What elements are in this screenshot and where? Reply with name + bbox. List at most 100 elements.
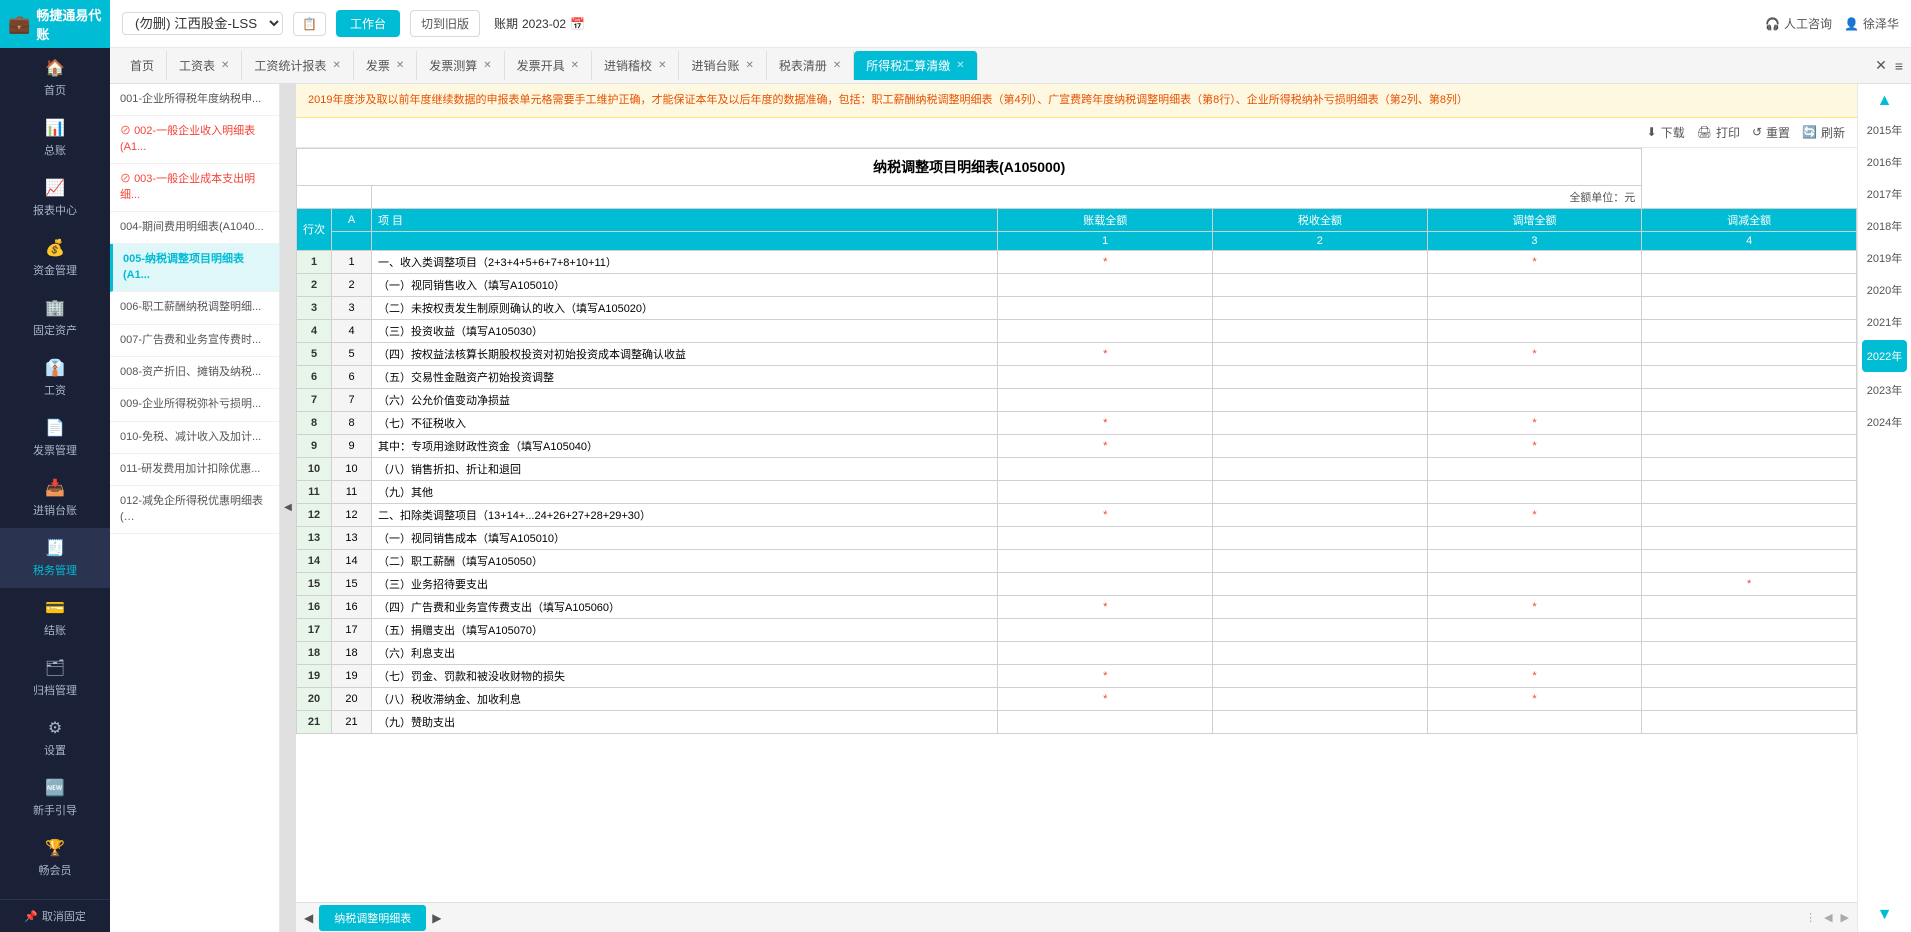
left-panel-item-008[interactable]: 008-资产折旧、摊销及纳税... bbox=[110, 357, 279, 389]
col-d[interactable] bbox=[1213, 526, 1428, 549]
nav-tab-income-tax[interactable]: 所得税汇算清缴✕ bbox=[854, 51, 977, 80]
bottom-arrow-right[interactable]: ▶ bbox=[1841, 911, 1849, 924]
col-f[interactable] bbox=[1642, 296, 1857, 319]
year-item-2018年[interactable]: 2018年 bbox=[1858, 210, 1911, 242]
tab-close-salary[interactable]: ✕ bbox=[221, 60, 229, 71]
left-panel-item-005[interactable]: 005-纳税调整项目明细表(A1... bbox=[110, 244, 279, 292]
col-e[interactable] bbox=[1427, 319, 1642, 342]
col-d[interactable] bbox=[1213, 687, 1428, 710]
left-panel-item-009[interactable]: 009-企业所得税弥补亏损明... bbox=[110, 389, 279, 421]
col-e[interactable] bbox=[1427, 572, 1642, 595]
sidebar-item-archive[interactable]: 🗂 归档管理 bbox=[0, 648, 110, 708]
year-down-btn[interactable]: ▼ bbox=[1873, 902, 1897, 928]
col-e[interactable] bbox=[1427, 388, 1642, 411]
col-e[interactable]: * bbox=[1427, 687, 1642, 710]
year-up-btn[interactable]: ▲ bbox=[1873, 88, 1897, 114]
col-e[interactable]: * bbox=[1427, 342, 1642, 365]
col-e[interactable] bbox=[1427, 457, 1642, 480]
left-panel-item-003[interactable]: 003-一般企业成本支出明细... bbox=[110, 164, 279, 212]
left-panel-item-004[interactable]: 004-期间费用明细表(A1040... bbox=[110, 212, 279, 244]
col-d[interactable] bbox=[1213, 595, 1428, 618]
col-d[interactable] bbox=[1213, 273, 1428, 296]
year-item-2016年[interactable]: 2016年 bbox=[1858, 146, 1911, 178]
col-d[interactable] bbox=[1213, 618, 1428, 641]
left-panel-item-012[interactable]: 012-减免企所得税优惠明细表(… bbox=[110, 486, 279, 534]
tab-close-tax-clear[interactable]: ✕ bbox=[833, 60, 841, 71]
sidebar-item-reports[interactable]: 📈 报表中心 bbox=[0, 168, 110, 228]
nav-menu-btn[interactable]: ≡ bbox=[1895, 58, 1903, 74]
col-c[interactable]: * bbox=[998, 250, 1213, 273]
sidebar-item-member[interactable]: 🏆 畅会员 bbox=[0, 828, 110, 888]
col-c[interactable]: * bbox=[998, 687, 1213, 710]
year-item-2024年[interactable]: 2024年 bbox=[1858, 406, 1911, 438]
scroll-left[interactable]: ◀ bbox=[304, 911, 313, 925]
sidebar-item-settings[interactable]: ⚙ 设置 bbox=[0, 708, 110, 768]
col-e[interactable]: * bbox=[1427, 503, 1642, 526]
col-d[interactable] bbox=[1213, 250, 1428, 273]
col-c[interactable] bbox=[998, 296, 1213, 319]
col-f[interactable] bbox=[1642, 641, 1857, 664]
col-f[interactable] bbox=[1642, 250, 1857, 273]
col-c[interactable]: * bbox=[998, 434, 1213, 457]
col-f[interactable] bbox=[1642, 687, 1857, 710]
nav-tab-invoice-calc[interactable]: 发票测算✕ bbox=[417, 51, 504, 80]
refresh-btn[interactable]: 🔄 刷新 bbox=[1802, 124, 1845, 141]
col-c[interactable] bbox=[998, 618, 1213, 641]
col-e[interactable]: * bbox=[1427, 250, 1642, 273]
col-f[interactable] bbox=[1642, 319, 1857, 342]
col-d[interactable] bbox=[1213, 388, 1428, 411]
nav-tab-salary-stats[interactable]: 工资统计报表✕ bbox=[242, 51, 353, 80]
col-f[interactable] bbox=[1642, 365, 1857, 388]
col-c[interactable] bbox=[998, 572, 1213, 595]
col-c[interactable]: * bbox=[998, 342, 1213, 365]
year-item-2015年[interactable]: 2015年 bbox=[1858, 114, 1911, 146]
close-all-btn[interactable]: ✕ bbox=[1875, 57, 1887, 74]
col-d[interactable] bbox=[1213, 365, 1428, 388]
nav-tab-import-export[interactable]: 进销稽校✕ bbox=[592, 51, 679, 80]
col-e[interactable]: * bbox=[1427, 595, 1642, 618]
col-e[interactable] bbox=[1427, 365, 1642, 388]
col-c[interactable] bbox=[998, 273, 1213, 296]
col-e[interactable]: * bbox=[1427, 411, 1642, 434]
col-e[interactable] bbox=[1427, 296, 1642, 319]
col-f[interactable] bbox=[1642, 411, 1857, 434]
sidebar-item-home[interactable]: 🏠 首页 bbox=[0, 48, 110, 108]
nav-tab-invoice-open[interactable]: 发票开具✕ bbox=[505, 51, 592, 80]
col-c[interactable]: * bbox=[998, 411, 1213, 434]
table-container[interactable]: 纳税调整项目明细表(A105000) 全额单位：元 行次 A 项 目 账载全额 … bbox=[296, 148, 1857, 903]
company-select[interactable]: (勿删) 江西股金-LSS bbox=[122, 12, 283, 35]
col-e[interactable] bbox=[1427, 710, 1642, 733]
sidebar-item-ledger[interactable]: 📊 总账 bbox=[0, 108, 110, 168]
col-c[interactable] bbox=[998, 549, 1213, 572]
col-d[interactable] bbox=[1213, 503, 1428, 526]
col-f[interactable] bbox=[1642, 480, 1857, 503]
col-d[interactable] bbox=[1213, 342, 1428, 365]
tab-close-invoice[interactable]: ✕ bbox=[396, 60, 404, 71]
col-d[interactable] bbox=[1213, 664, 1428, 687]
col-d[interactable] bbox=[1213, 319, 1428, 342]
year-item-2020年[interactable]: 2020年 bbox=[1858, 274, 1911, 306]
col-e[interactable] bbox=[1427, 273, 1642, 296]
col-d[interactable] bbox=[1213, 457, 1428, 480]
sidebar-item-import-ledger[interactable]: 📥 进销台账 bbox=[0, 468, 110, 528]
year-item-2019年[interactable]: 2019年 bbox=[1858, 242, 1911, 274]
col-d[interactable] bbox=[1213, 434, 1428, 457]
col-f[interactable] bbox=[1642, 664, 1857, 687]
col-d[interactable] bbox=[1213, 411, 1428, 434]
col-c[interactable] bbox=[998, 457, 1213, 480]
nav-tab-invoice[interactable]: 发票✕ bbox=[354, 51, 417, 80]
download-btn[interactable]: ⬇ 下载 bbox=[1647, 124, 1685, 141]
col-d[interactable] bbox=[1213, 549, 1428, 572]
col-c[interactable]: * bbox=[998, 595, 1213, 618]
col-c[interactable] bbox=[998, 526, 1213, 549]
scroll-right[interactable]: ▶ bbox=[432, 911, 441, 925]
col-d[interactable] bbox=[1213, 480, 1428, 503]
sidebar-item-tax-mgmt[interactable]: 🧾 税务管理 bbox=[0, 528, 110, 588]
left-panel-item-007[interactable]: 007-广告费和业务宣传费时... bbox=[110, 325, 279, 357]
year-item-2021年[interactable]: 2021年 bbox=[1858, 306, 1911, 338]
year-item-2023年[interactable]: 2023年 bbox=[1858, 374, 1911, 406]
tab-close-salary-stats[interactable]: ✕ bbox=[332, 60, 340, 71]
col-f[interactable] bbox=[1642, 457, 1857, 480]
col-c[interactable]: * bbox=[998, 664, 1213, 687]
workbench-btn[interactable]: 工作台 bbox=[336, 10, 400, 37]
